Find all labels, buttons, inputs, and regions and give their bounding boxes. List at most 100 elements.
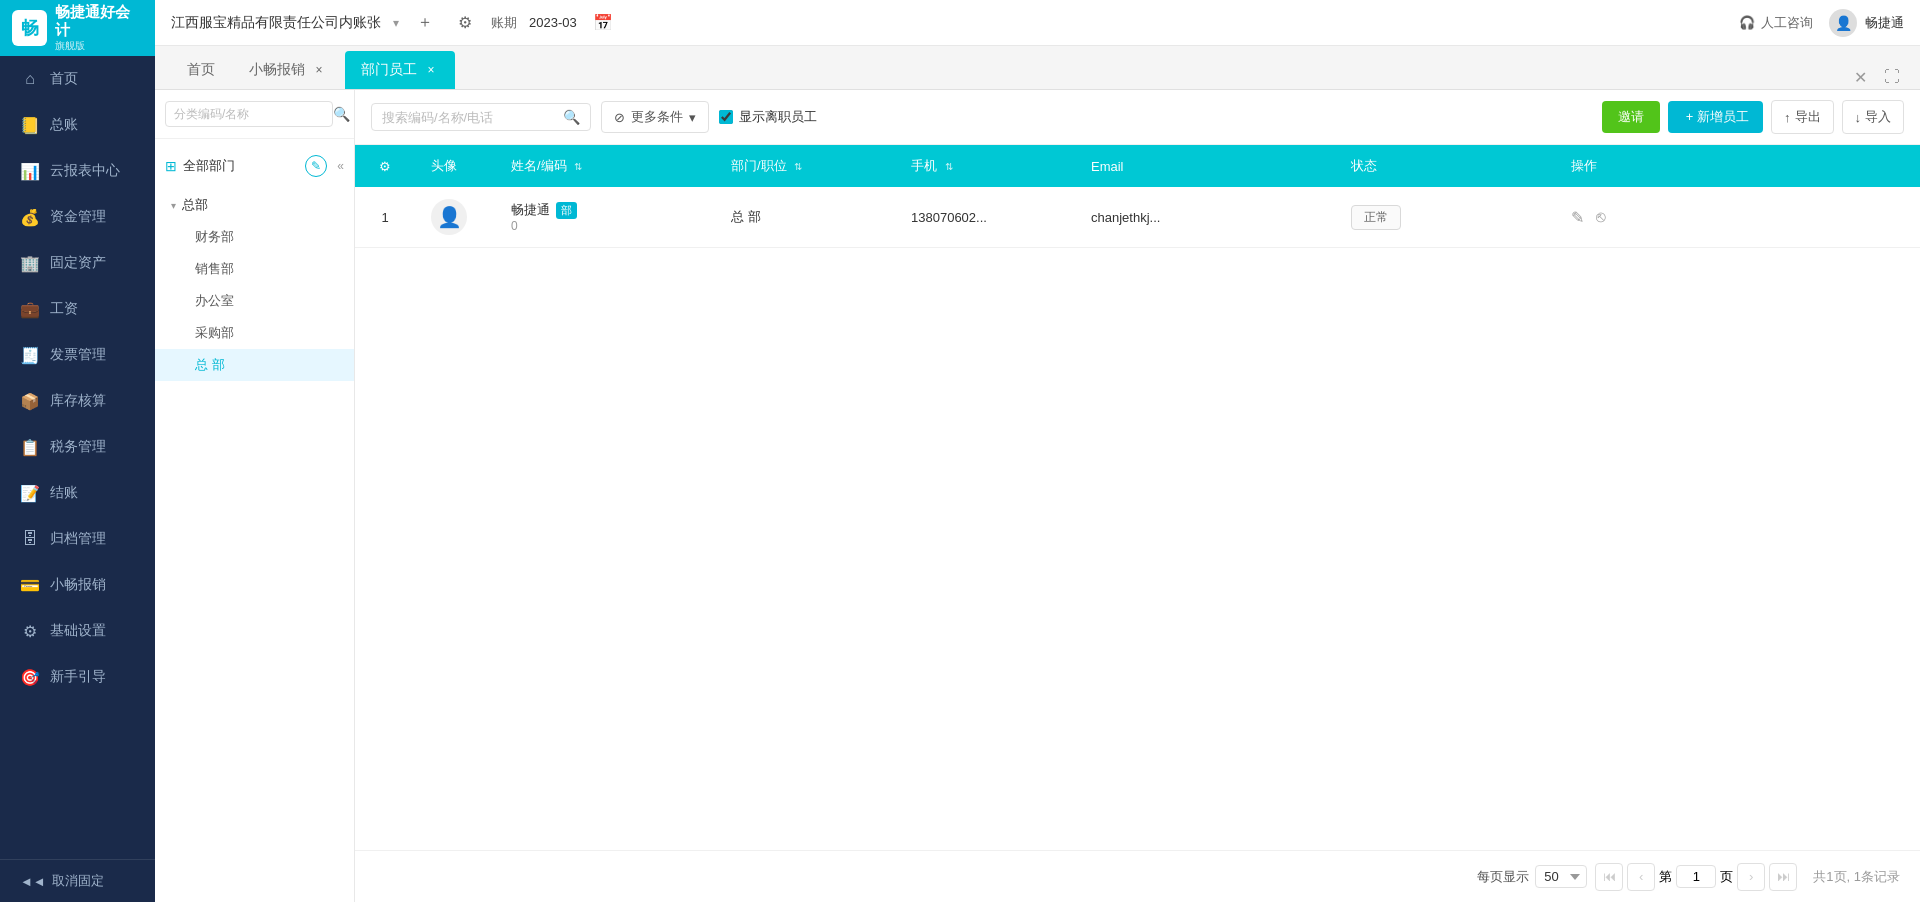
export-icon: ↑ — [1784, 110, 1791, 125]
dept-search-input[interactable] — [165, 101, 333, 127]
all-dept-item[interactable]: ⊞ 全部部门 ✎ « — [155, 147, 354, 185]
name-wrap: 畅捷通 部 — [511, 201, 699, 219]
tab-expense[interactable]: 小畅报销 × — [233, 51, 343, 89]
sidebar-label-general: 总账 — [50, 116, 78, 134]
sidebar-item-general[interactable]: 📒 总账 — [0, 102, 155, 148]
next-page-button[interactable]: › — [1737, 863, 1765, 891]
filter-button[interactable]: ⊘ 更多条件 ▾ — [601, 101, 709, 133]
sidebar-item-settings[interactable]: ⚙ 基础设置 — [0, 608, 155, 654]
cell-status: 正常 — [1335, 187, 1555, 248]
sidebar-label-invoice: 发票管理 — [50, 346, 106, 364]
sidebar-label-home: 首页 — [50, 70, 78, 88]
sidebar-item-inventory[interactable]: 📦 库存核算 — [0, 378, 155, 424]
sidebar-nav: ⌂ 首页 📒 总账 📊 云报表中心 💰 资金管理 🏢 固定资产 💼 工资 🧾 发… — [0, 56, 155, 859]
sidebar-item-checkout[interactable]: 📝 结账 — [0, 470, 155, 516]
th-name[interactable]: 姓名/编码 ⇅ — [495, 145, 715, 187]
tab-dept-close[interactable]: × — [423, 62, 439, 78]
page-size-wrap: 每页显示 50 100 200 — [1477, 865, 1587, 888]
cell-dept: 总 部 — [715, 187, 895, 248]
grid-icon: ⊞ — [165, 158, 177, 174]
add-label: + 新增员工 — [1686, 108, 1749, 126]
export-button[interactable]: ↑ 导出 — [1771, 100, 1834, 134]
filter-label: 更多条件 — [631, 108, 683, 126]
dept-child-purchase[interactable]: 采购部 — [155, 317, 354, 349]
th-phone[interactable]: 手机 ⇅ — [895, 145, 1075, 187]
show-resigned-input[interactable] — [719, 110, 733, 124]
prev-page-button[interactable]: ‹ — [1627, 863, 1655, 891]
last-page-button[interactable]: ⏭ — [1769, 863, 1797, 891]
dept-label-sales: 销售部 — [195, 261, 234, 276]
settings-topbar-button[interactable]: ⚙ — [451, 9, 479, 37]
import-button[interactable]: ↓ 导入 — [1842, 100, 1905, 134]
page-input[interactable] — [1676, 865, 1716, 888]
dept-child-general[interactable]: 总 部 — [155, 349, 354, 381]
dept-collapse-icon[interactable]: « — [337, 159, 344, 173]
cell-phone: 138070602... — [895, 187, 1075, 248]
sort-icon-dept: ⇅ — [794, 161, 802, 172]
sidebar-label-inventory: 库存核算 — [50, 392, 106, 410]
sidebar-footer-label: 取消固定 — [52, 872, 104, 890]
user-info[interactable]: 👤 畅捷通 — [1829, 9, 1904, 37]
import-label: 导入 — [1865, 108, 1891, 126]
tab-expand-button[interactable]: ⛶ — [1880, 65, 1904, 89]
pin-icon: ◄◄ — [20, 874, 46, 889]
invite-button[interactable]: 邀请 — [1602, 101, 1660, 133]
status-badge: 正常 — [1351, 205, 1401, 230]
sidebar-item-invoice[interactable]: 🧾 发票管理 — [0, 332, 155, 378]
dept-child-office[interactable]: 办公室 — [155, 285, 354, 317]
edit-button[interactable]: ✎ — [1571, 208, 1584, 227]
signout-button[interactable]: ⎋ — [1596, 208, 1606, 226]
page-size-select[interactable]: 50 100 200 — [1535, 865, 1587, 888]
username: 畅捷通 — [1865, 14, 1904, 32]
sidebar-item-guide[interactable]: 🎯 新手引导 — [0, 654, 155, 700]
sidebar-item-salary[interactable]: 💼 工资 — [0, 286, 155, 332]
dept-search-icon[interactable]: 🔍 — [333, 100, 350, 128]
sidebar-item-tax[interactable]: 📋 税务管理 — [0, 424, 155, 470]
sidebar-item-assets[interactable]: 🏢 固定资产 — [0, 240, 155, 286]
sidebar-item-funds[interactable]: 💰 资金管理 — [0, 194, 155, 240]
th-dept[interactable]: 部门/职位 ⇅ — [715, 145, 895, 187]
show-resigned-checkbox[interactable]: 显示离职员工 — [719, 108, 817, 126]
th-settings[interactable]: ⚙ — [355, 145, 415, 187]
sidebar-item-reports[interactable]: 📊 云报表中心 — [0, 148, 155, 194]
expense-icon: 💳 — [20, 575, 40, 595]
content-area: 🔍 ⊞ 全部部门 ✎ « ▾ 总部 财务部 — [155, 90, 1920, 902]
tab-close-button[interactable]: ✕ — [1848, 65, 1872, 89]
sidebar-item-archive[interactable]: 🗄 归档管理 — [0, 516, 155, 562]
company-dropdown-icon[interactable]: ▾ — [393, 16, 399, 30]
tab-home[interactable]: 首页 — [171, 51, 231, 89]
add-employee-button[interactable]: + 新增员工 — [1668, 101, 1763, 133]
th-avatar: 头像 — [415, 145, 495, 187]
tab-expense-close[interactable]: × — [311, 62, 327, 78]
headset-icon: 🎧 — [1739, 15, 1755, 30]
logo-sub: 旗舰版 — [55, 39, 143, 53]
employee-email: chanjethkj... — [1091, 210, 1160, 225]
table-header-row: ⚙ 头像 姓名/编码 ⇅ 部门/职位 ⇅ — [355, 145, 1920, 187]
support-button[interactable]: 🎧 人工咨询 — [1739, 14, 1813, 32]
filter-icon: ⊘ — [614, 110, 625, 125]
chevron-down-icon: ▾ — [171, 200, 176, 211]
dept-child-finance[interactable]: 财务部 — [155, 221, 354, 253]
sidebar-item-expense[interactable]: 💳 小畅报销 — [0, 562, 155, 608]
tabs-bar: 首页 小畅报销 × 部门员工 × ✕ ⛶ — [155, 46, 1920, 90]
tab-dept[interactable]: 部门员工 × — [345, 51, 455, 89]
th-email: Email — [1075, 145, 1335, 187]
dept-parent-zongbu[interactable]: ▾ 总部 — [155, 189, 354, 221]
dept-label-purchase: 采购部 — [195, 325, 234, 340]
sort-icon-phone: ⇅ — [945, 161, 953, 172]
add-tab-button[interactable]: ＋ — [411, 9, 439, 37]
import-icon: ↓ — [1855, 110, 1862, 125]
sidebar-logo: 畅 畅捷通好会计 旗舰版 — [0, 0, 155, 56]
employee-tag: 部 — [556, 202, 577, 219]
calendar-icon[interactable]: 📅 — [589, 9, 617, 37]
sidebar-item-home[interactable]: ⌂ 首页 — [0, 56, 155, 102]
search-input[interactable] — [382, 110, 557, 125]
sidebar-unpin-button[interactable]: ◄◄ 取消固定 — [0, 859, 155, 902]
dept-label-general: 总 部 — [195, 357, 225, 372]
dept-edit-button[interactable]: ✎ — [305, 155, 327, 177]
first-page-button[interactable]: ⏮ — [1595, 863, 1623, 891]
dept-child-sales[interactable]: 销售部 — [155, 253, 354, 285]
sidebar-label-guide: 新手引导 — [50, 668, 106, 686]
support-label: 人工咨询 — [1761, 14, 1813, 32]
sidebar-label-tax: 税务管理 — [50, 438, 106, 456]
